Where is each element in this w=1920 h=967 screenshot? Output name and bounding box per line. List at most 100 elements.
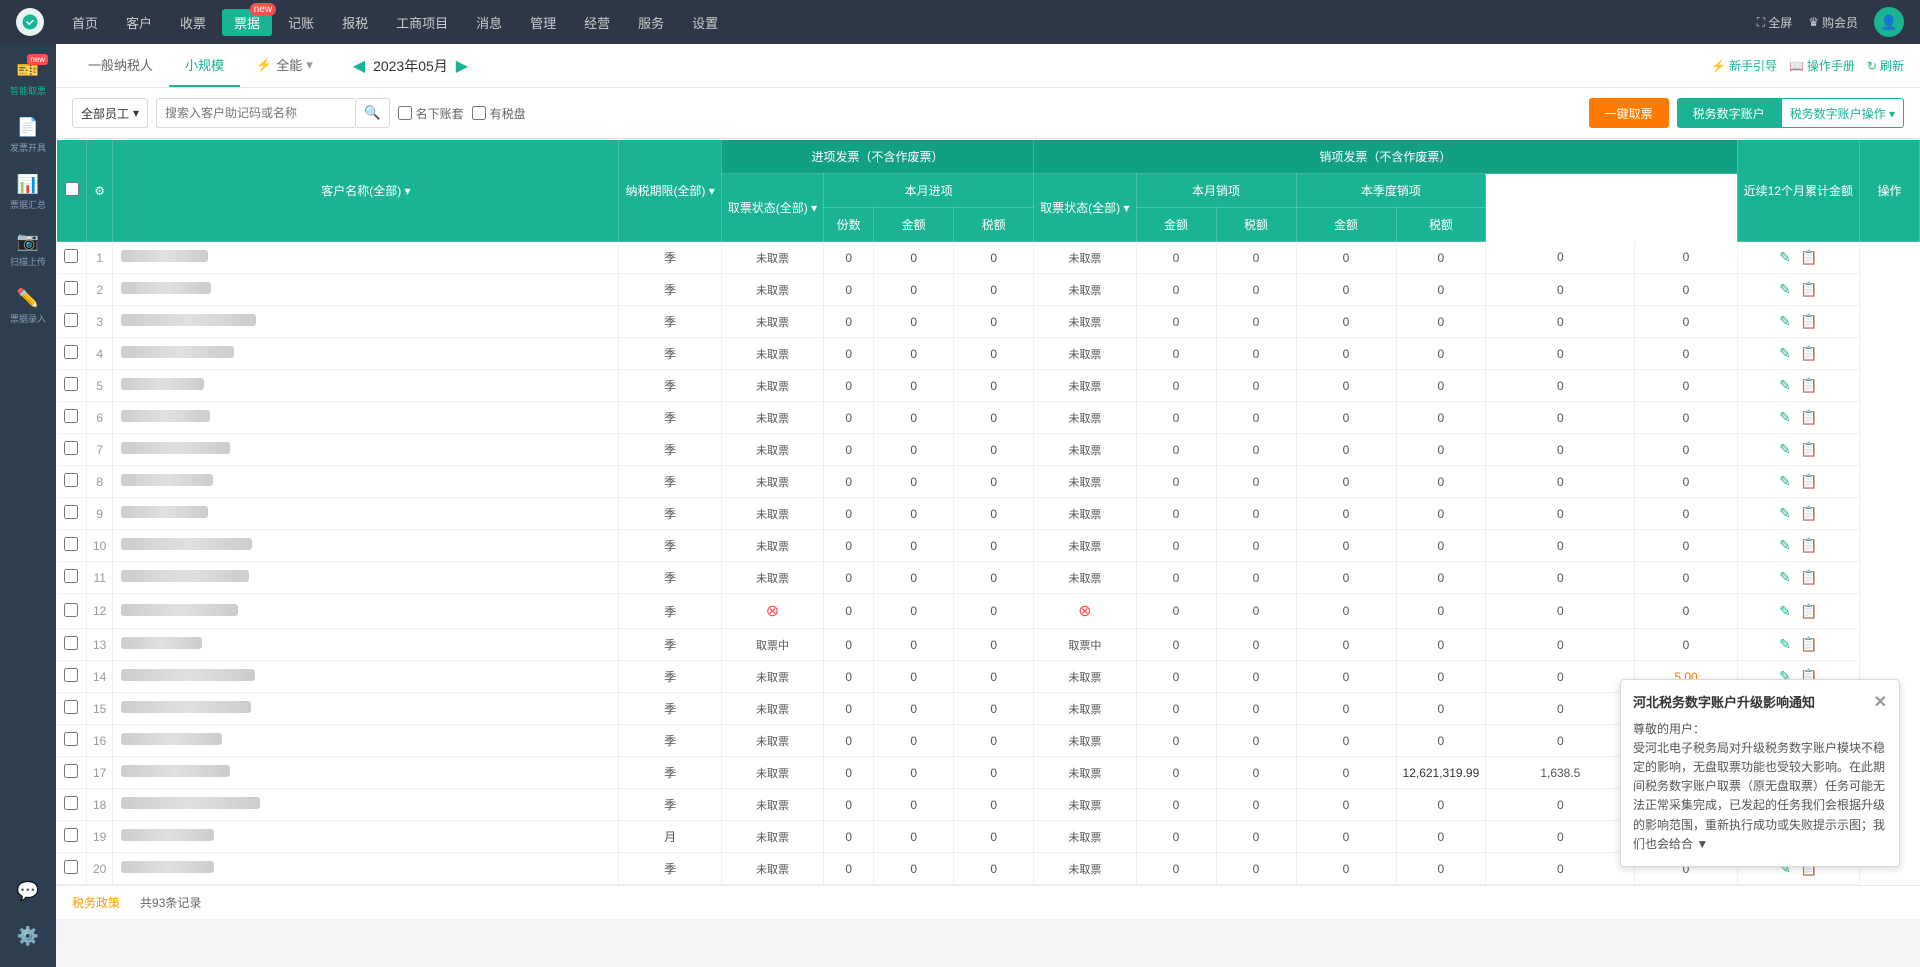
tax-digital-account-btn[interactable]: 税务数字账户	[1677, 98, 1781, 128]
edit-icon[interactable]: ✎	[1776, 441, 1794, 457]
row-checkbox[interactable]	[57, 562, 87, 594]
nav-business[interactable]: 工商项目	[384, 9, 460, 36]
row-customer-name[interactable]	[113, 338, 619, 370]
row-checkbox[interactable]	[57, 306, 87, 338]
row-checkbox[interactable]	[57, 370, 87, 402]
row-checkbox[interactable]	[57, 757, 87, 789]
copy-icon[interactable]: 📋	[1797, 441, 1820, 457]
row-select[interactable]	[64, 603, 78, 617]
row-select[interactable]	[64, 473, 78, 487]
row-select[interactable]	[64, 732, 78, 746]
row-customer-name[interactable]	[113, 757, 619, 789]
row-customer-name[interactable]	[113, 594, 619, 629]
period-next[interactable]: ▶	[456, 56, 468, 76]
employee-select[interactable]: 全部员工 ▾	[72, 98, 148, 128]
edit-icon[interactable]: ✎	[1776, 281, 1794, 297]
row-select[interactable]	[64, 700, 78, 714]
copy-icon[interactable]: 📋	[1797, 345, 1820, 361]
row-select[interactable]	[64, 281, 78, 295]
sidebar-item-invoice-summary[interactable]: 📊 票据汇总	[0, 166, 56, 219]
user-avatar[interactable]: 👤	[1874, 7, 1904, 37]
tab-small-scale[interactable]: 小规模	[169, 44, 240, 87]
edit-icon[interactable]: ✎	[1776, 636, 1794, 652]
row-checkbox[interactable]	[57, 789, 87, 821]
row-customer-name[interactable]	[113, 498, 619, 530]
sidebar-item-smart-ticket[interactable]: 🎫 智能取票 new	[0, 52, 56, 105]
sidebar-item-chat[interactable]: 💬	[13, 873, 43, 910]
tax-policy-link[interactable]: 税务政策	[72, 896, 120, 910]
copy-icon[interactable]: 📋	[1797, 249, 1820, 265]
row-customer-name[interactable]	[113, 693, 619, 725]
copy-icon[interactable]: 📋	[1797, 409, 1820, 425]
sidebar-item-config[interactable]: ⚙️	[13, 918, 43, 955]
nav-settings[interactable]: 设置	[680, 9, 730, 36]
one-key-ticket-btn[interactable]: 一键取票	[1589, 98, 1669, 128]
has-tax-disk-checkbox[interactable]	[472, 106, 486, 120]
edit-icon[interactable]: ✎	[1776, 249, 1794, 265]
row-customer-name[interactable]	[113, 466, 619, 498]
row-checkbox[interactable]	[57, 274, 87, 306]
nav-manage[interactable]: 管理	[518, 9, 568, 36]
copy-icon[interactable]: 📋	[1797, 636, 1820, 652]
sidebar-item-invoice-open[interactable]: 📄 发票开具	[0, 109, 56, 162]
copy-icon[interactable]: 📋	[1797, 313, 1820, 329]
row-select[interactable]	[64, 636, 78, 650]
row-checkbox[interactable]	[57, 629, 87, 661]
row-select[interactable]	[64, 345, 78, 359]
edit-icon[interactable]: ✎	[1776, 409, 1794, 425]
col-customer-header[interactable]: 客户名称(全部) ▾	[113, 140, 619, 242]
row-checkbox[interactable]	[57, 530, 87, 562]
row-customer-name[interactable]	[113, 274, 619, 306]
row-checkbox[interactable]	[57, 821, 87, 853]
tax-digital-account-dropdown[interactable]: 税务数字账户操作 ▾	[1781, 98, 1904, 128]
row-select[interactable]	[64, 313, 78, 327]
nav-customer[interactable]: 客户	[114, 9, 164, 36]
checkbox-has-tax-disk[interactable]: 有税盘	[472, 105, 526, 122]
row-checkbox[interactable]	[57, 466, 87, 498]
row-customer-name[interactable]	[113, 725, 619, 757]
row-select[interactable]	[64, 409, 78, 423]
row-checkbox[interactable]	[57, 242, 87, 274]
col-in-status-header[interactable]: 取票状态(全部) ▾	[721, 174, 823, 242]
row-checkbox[interactable]	[57, 434, 87, 466]
row-checkbox[interactable]	[57, 853, 87, 885]
period-prev[interactable]: ◀	[353, 56, 365, 76]
row-customer-name[interactable]	[113, 661, 619, 693]
row-customer-name[interactable]	[113, 821, 619, 853]
notification-close-btn[interactable]: ✕	[1874, 692, 1887, 712]
row-select[interactable]	[64, 828, 78, 842]
nav-home[interactable]: 首页	[60, 9, 110, 36]
row-customer-name[interactable]	[113, 306, 619, 338]
copy-icon[interactable]: 📋	[1797, 377, 1820, 393]
row-customer-name[interactable]	[113, 530, 619, 562]
nav-operation[interactable]: 经营	[572, 9, 622, 36]
row-checkbox[interactable]	[57, 338, 87, 370]
row-checkbox[interactable]	[57, 594, 87, 629]
edit-icon[interactable]: ✎	[1776, 603, 1794, 619]
row-checkbox[interactable]	[57, 661, 87, 693]
nav-invoice[interactable]: 票据 new	[222, 9, 272, 36]
select-all-checkbox[interactable]	[65, 182, 79, 196]
row-customer-name[interactable]	[113, 402, 619, 434]
row-select[interactable]	[64, 441, 78, 455]
copy-icon[interactable]: 📋	[1797, 537, 1820, 553]
row-customer-name[interactable]	[113, 853, 619, 885]
row-select[interactable]	[64, 537, 78, 551]
nav-tax[interactable]: 报税	[330, 9, 380, 36]
row-customer-name[interactable]	[113, 562, 619, 594]
sidebar-item-invoice-entry[interactable]: ✏️ 票据录入	[0, 280, 56, 333]
row-select[interactable]	[64, 796, 78, 810]
row-checkbox[interactable]	[57, 725, 87, 757]
row-checkbox[interactable]	[57, 402, 87, 434]
guide-btn[interactable]: ⚡ 新手引导	[1711, 57, 1777, 74]
row-select[interactable]	[64, 668, 78, 682]
search-button[interactable]: 🔍	[356, 98, 390, 128]
edit-icon[interactable]: ✎	[1776, 377, 1794, 393]
row-customer-name[interactable]	[113, 629, 619, 661]
edit-icon[interactable]: ✎	[1776, 537, 1794, 553]
col-out-status-header[interactable]: 取票状态(全部) ▾	[1034, 174, 1136, 242]
nav-accounting[interactable]: 记账	[276, 9, 326, 36]
copy-icon[interactable]: 📋	[1797, 473, 1820, 489]
tab-all[interactable]: ⚡ 全能 ▾	[240, 44, 329, 87]
col-period-header[interactable]: 纳税期限(全部) ▾	[619, 140, 721, 242]
